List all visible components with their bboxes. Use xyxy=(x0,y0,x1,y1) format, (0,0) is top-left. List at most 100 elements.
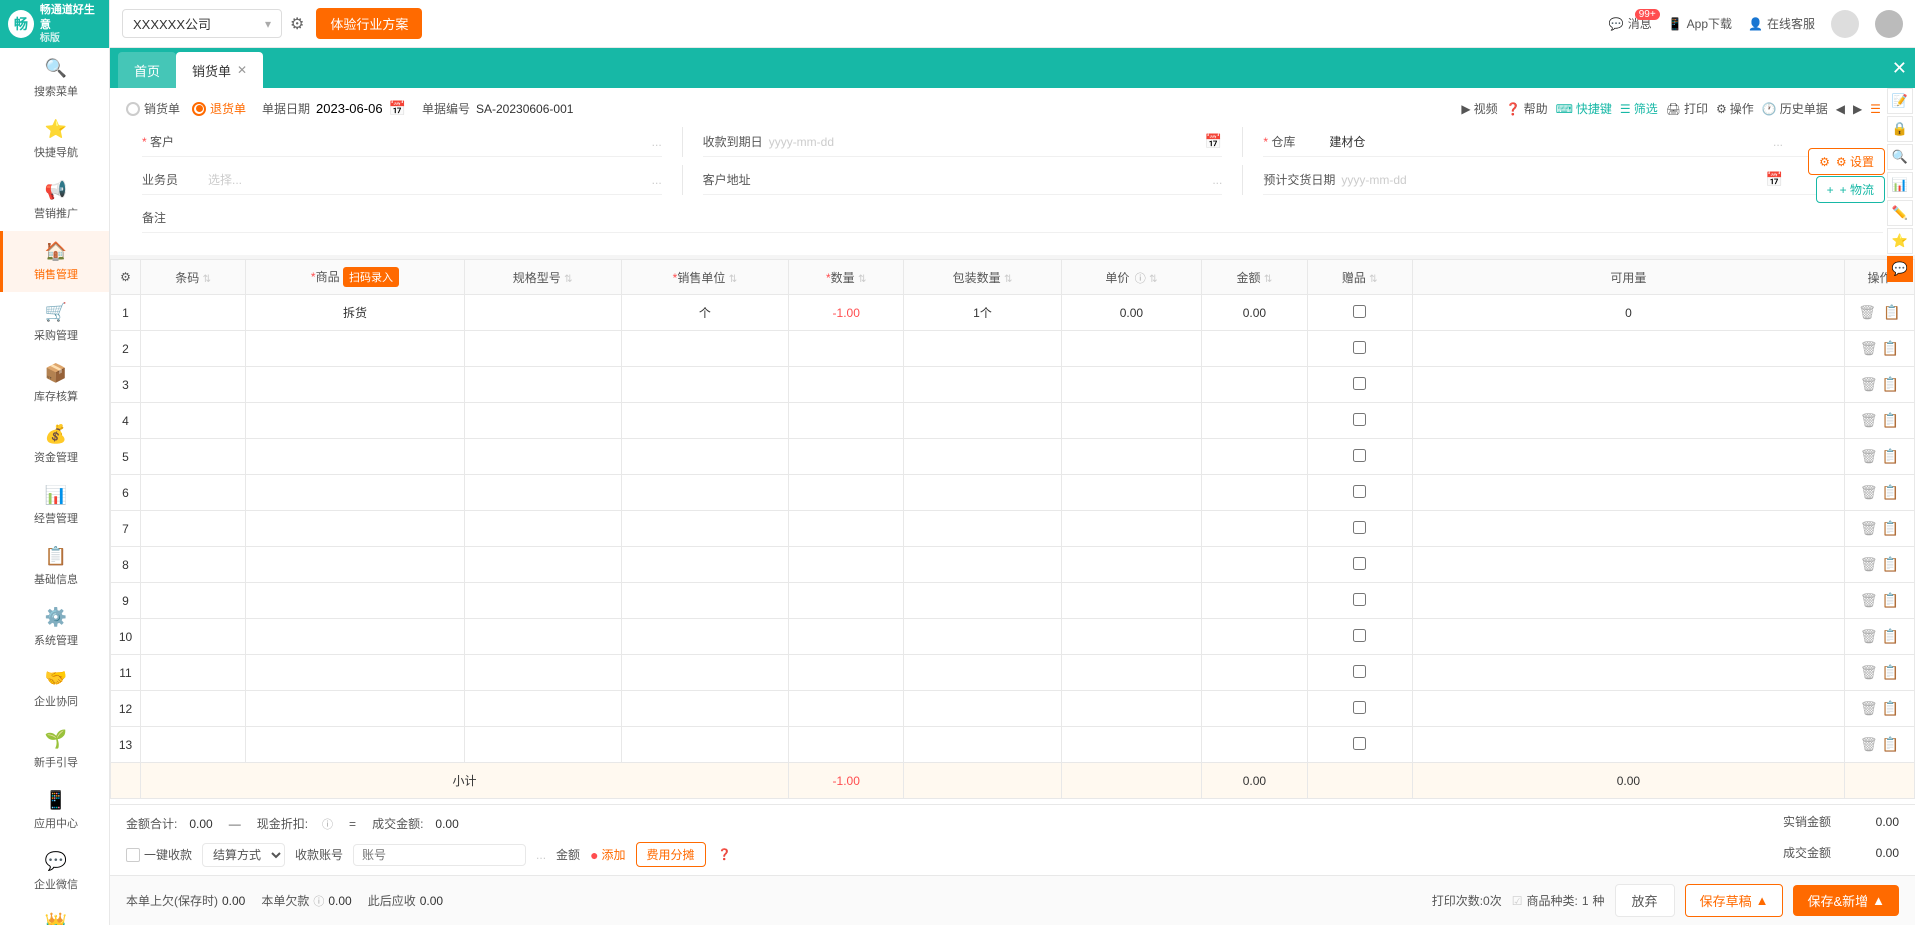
copy-icon[interactable]: 📋 xyxy=(1882,556,1899,572)
total-due-info-icon[interactable]: ⓘ xyxy=(313,893,324,909)
copy-icon[interactable]: 📋 xyxy=(1882,340,1899,356)
expected-date-input[interactable]: yyyy-mm-dd xyxy=(1341,173,1759,187)
salesperson-input[interactable]: 选择... xyxy=(208,171,646,188)
account-input[interactable] xyxy=(353,844,526,866)
gift-checkbox[interactable] xyxy=(1353,449,1366,462)
delete-icon[interactable]: 🗑 xyxy=(1860,340,1878,356)
copy-icon[interactable]: 📋 xyxy=(1882,700,1899,716)
copy-icon[interactable]: 📋 xyxy=(1882,592,1899,608)
customer-dots-btn[interactable]: ... xyxy=(652,135,662,149)
sidebar-item-apps[interactable]: 📱 应用中心 xyxy=(0,780,109,841)
right-panel-btn-6[interactable]: ⭐ xyxy=(1887,228,1913,254)
sidebar-item-quick-nav[interactable]: ⭐ 快捷导航 xyxy=(0,109,109,170)
list-view-btn[interactable]: ☰ xyxy=(1870,102,1881,116)
price-info-icon[interactable]: ⓘ xyxy=(1135,273,1146,285)
sort-price-icon[interactable]: ⇅ xyxy=(1149,274,1157,285)
gift-checkbox[interactable] xyxy=(1353,701,1366,714)
sidebar-item-guide[interactable]: 🌱 新手引导 xyxy=(0,719,109,780)
online-service-btn[interactable]: 👤 在线客服 xyxy=(1748,15,1815,32)
message-btn[interactable]: 💬 消息 99+ xyxy=(1609,15,1652,32)
expense-split-btn[interactable]: 费用分摊 xyxy=(636,842,706,867)
warehouse-input[interactable]: 建材仓 xyxy=(1329,133,1767,150)
gift-checkbox[interactable] xyxy=(1353,413,1366,426)
cell-unit-price[interactable]: 0.00 xyxy=(1061,295,1202,331)
delete-icon[interactable]: 🗑 xyxy=(1860,520,1878,536)
logistics-btn[interactable]: + + 物流 xyxy=(1816,176,1885,203)
sidebar-item-operation[interactable]: 📊 经营管理 xyxy=(0,475,109,536)
gift-checkbox[interactable] xyxy=(1353,557,1366,570)
gift-checkbox[interactable] xyxy=(1353,521,1366,534)
delete-icon[interactable]: 🗑 xyxy=(1860,628,1878,644)
delete-icon[interactable]: 🗑 xyxy=(1858,304,1876,320)
settings-gear-btn[interactable]: ⚙ xyxy=(290,14,304,34)
copy-icon[interactable]: 📋 xyxy=(1882,448,1899,464)
salesperson-dots-btn[interactable]: ... xyxy=(652,173,662,187)
copy-icon[interactable]: 📋 xyxy=(1882,484,1899,500)
cell-amount[interactable]: 0.00 xyxy=(1202,295,1307,331)
cell-unit[interactable]: 个 xyxy=(621,295,788,331)
cell-quantity[interactable]: -1.00 xyxy=(789,295,904,331)
copy-icon[interactable]: 📋 xyxy=(1883,304,1900,320)
sidebar-item-purchase[interactable]: 🛒 采购管理 xyxy=(0,292,109,353)
delete-icon[interactable]: 🗑 xyxy=(1860,484,1878,500)
delete-icon[interactable]: 🗑 xyxy=(1860,448,1878,464)
sort-spec-icon[interactable]: ⇅ xyxy=(564,274,572,285)
scan-btn[interactable]: 扫码录入 xyxy=(343,267,399,287)
gift-checkbox[interactable] xyxy=(1353,341,1366,354)
copy-icon[interactable]: 📋 xyxy=(1882,376,1899,392)
sidebar-item-sales[interactable]: 🏠 销售管理 xyxy=(0,231,109,292)
expected-calendar-icon[interactable]: 📅 xyxy=(1766,171,1783,188)
one-click-collect-check[interactable]: 一键收款 xyxy=(126,846,192,863)
gift-checkbox[interactable] xyxy=(1353,377,1366,390)
delete-icon[interactable]: 🗑 xyxy=(1860,556,1878,572)
tab-home[interactable]: 首页 xyxy=(118,52,176,88)
sort-unit-icon[interactable]: ⇅ xyxy=(729,274,737,285)
gift-checkbox[interactable] xyxy=(1353,629,1366,642)
sidebar-item-basic[interactable]: 📋 基础信息 xyxy=(0,536,109,597)
delete-icon[interactable]: 🗑 xyxy=(1860,592,1878,608)
sales-order-radio[interactable]: 销货单 xyxy=(126,100,180,117)
delete-icon[interactable]: 🗑 xyxy=(1860,664,1878,680)
help-btn[interactable]: ❓ 帮助 xyxy=(1506,100,1548,117)
sidebar-item-wechat[interactable]: 💬 企业微信 xyxy=(0,841,109,902)
add-btn[interactable]: ● 添加 xyxy=(590,846,625,863)
abandon-btn[interactable]: 放弃 xyxy=(1615,884,1675,917)
save-new-btn[interactable]: 保存&新增 ▲ xyxy=(1793,885,1899,916)
discount-info-icon[interactable]: ⓘ xyxy=(322,816,333,832)
copy-icon[interactable]: 📋 xyxy=(1882,520,1899,536)
gift-checkbox[interactable] xyxy=(1353,305,1366,318)
app-download-btn[interactable]: 📱 App下载 xyxy=(1668,15,1732,32)
sort-qty-icon[interactable]: ⇅ xyxy=(858,274,866,285)
col-settings[interactable]: ⚙ xyxy=(111,260,141,295)
sidebar-item-collab[interactable]: 🤝 企业协同 xyxy=(0,658,109,719)
gift-checkbox[interactable] xyxy=(1353,485,1366,498)
sidebar-item-inventory[interactable]: 📦 库存核算 xyxy=(0,353,109,414)
avatar2[interactable] xyxy=(1875,10,1903,38)
gift-checkbox[interactable] xyxy=(1353,665,1366,678)
collect-checkbox[interactable] xyxy=(126,848,140,862)
nav-prev-btn[interactable]: ◀ xyxy=(1836,102,1845,116)
delete-icon[interactable]: 🗑 xyxy=(1860,376,1878,392)
payment-due-input[interactable]: yyyy-mm-dd xyxy=(769,135,1199,149)
copy-icon[interactable]: 📋 xyxy=(1882,628,1899,644)
cell-pack-qty[interactable]: 1个 xyxy=(904,295,1061,331)
sort-pack-icon[interactable]: ⇅ xyxy=(1004,274,1012,285)
save-draft-btn[interactable]: 保存草稿 ▲ xyxy=(1685,884,1784,917)
sidebar-item-marketing[interactable]: 📢 营销推广 xyxy=(0,170,109,231)
account-dots-btn[interactable]: ... xyxy=(536,848,546,862)
sort-barcode-icon[interactable]: ⇅ xyxy=(203,274,211,285)
right-panel-btn-orange[interactable]: 💬 xyxy=(1887,256,1913,282)
avatar[interactable] xyxy=(1831,10,1859,38)
nav-next-btn[interactable]: ▶ xyxy=(1853,102,1862,116)
sidebar-item-search[interactable]: 🔍 搜索菜单 xyxy=(0,48,109,109)
gift-checkbox[interactable] xyxy=(1353,737,1366,750)
cell-product[interactable]: 拆货 xyxy=(246,295,464,331)
gift-checkbox[interactable] xyxy=(1353,593,1366,606)
copy-icon[interactable]: 📋 xyxy=(1882,412,1899,428)
right-panel-btn-1[interactable]: 📝 xyxy=(1887,88,1913,114)
payment-method-select[interactable]: 结算方式 xyxy=(202,843,285,867)
sidebar-item-member[interactable]: 👑 畅会员 xyxy=(0,902,109,925)
company-selector[interactable]: XXXXXX公司 ▾ xyxy=(122,9,282,38)
sidebar-item-system[interactable]: ⚙️ 系统管理 xyxy=(0,597,109,658)
right-panel-btn-4[interactable]: 📊 xyxy=(1887,172,1913,198)
